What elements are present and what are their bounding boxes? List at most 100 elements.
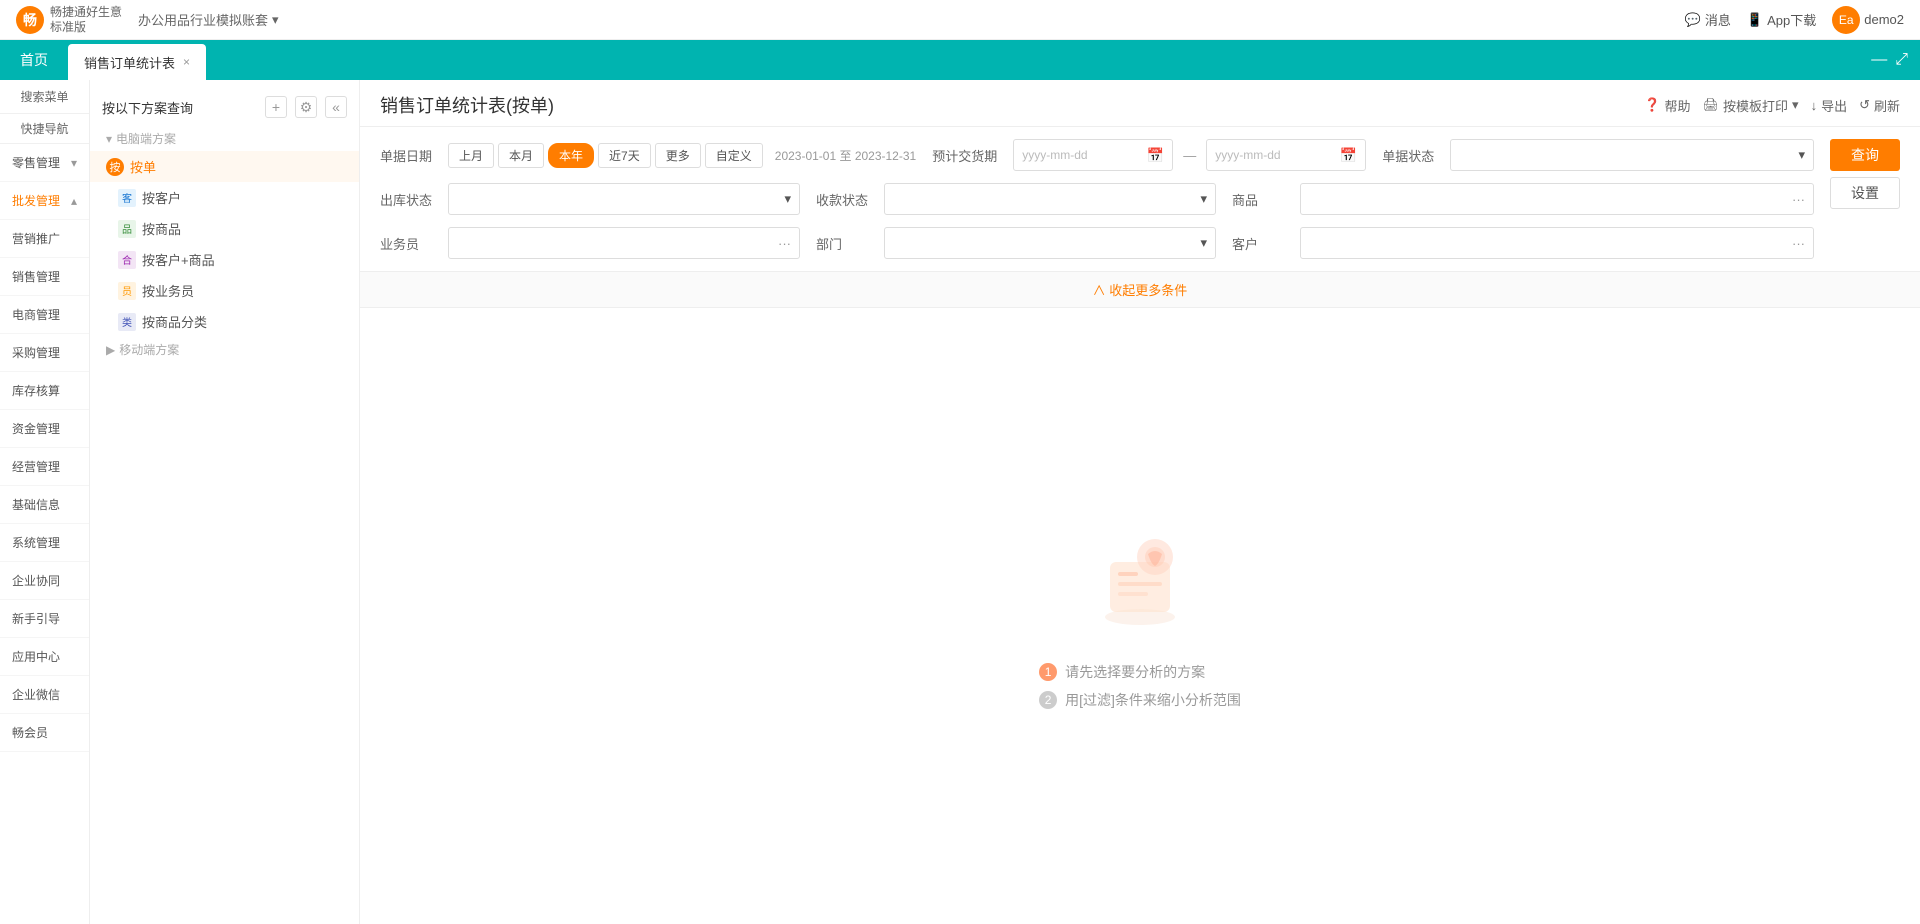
sidebar-item-inventory[interactable]: 库存核算 [0, 372, 89, 410]
user-menu[interactable]: Ea demo2 [1832, 6, 1904, 34]
status-select[interactable]: ▾ [1450, 139, 1814, 171]
sidebar-search[interactable]: 搜索菜单 [0, 80, 89, 114]
sidebar-item-members[interactable]: 畅会员 [0, 714, 89, 752]
left-panel-icons: + ⚙ « [265, 96, 347, 118]
filter-row-3: 业务员 ··· 部门 [380, 227, 1814, 259]
sidebar-item-wechat[interactable]: 企业微信 [0, 676, 89, 714]
salesperson-input[interactable]: ··· [448, 227, 800, 259]
app-name: 办公用品行业模拟账套 [138, 10, 268, 29]
date-filter-group: 单据日期 上月 本月 本年 近7天 更多 自定义 [380, 143, 916, 168]
refresh-btn[interactable]: ↺ 刷新 [1859, 96, 1900, 115]
calendar-to-icon[interactable]: 📅 [1340, 147, 1357, 164]
goods-more-icon[interactable]: ··· [1792, 192, 1805, 207]
collapse-panel-btn[interactable]: « [325, 96, 347, 118]
sidebar-item-marketing[interactable]: 营销推广 [0, 220, 89, 258]
salesperson-group: 业务员 ··· [380, 227, 800, 259]
collapse-icon: ∧ [1093, 283, 1110, 298]
logo-text: 畅捷通好生意 标准版 [50, 5, 122, 34]
tab-active-label: 销售订单统计表 [84, 53, 175, 72]
out-status-select[interactable]: ▾ [448, 183, 800, 215]
sidebar: 搜索菜单 快捷导航 零售管理 ▾ 批发管理 ▴ 营销推广 销售管理 电商管理 采… [0, 80, 90, 924]
empty-tips: 1 请先选择要分析的方案 2 用[过滤]条件来缩小分析范围 [1039, 662, 1241, 710]
sidebar-item-ecommerce[interactable]: 电商管理 [0, 296, 89, 334]
print-btn[interactable]: 🖨 按模板打印 ▾ [1703, 96, 1799, 115]
mobile-scheme-group[interactable]: ▶ 移动端方案 [90, 337, 359, 362]
date-btn-more[interactable]: 更多 [655, 143, 701, 168]
scheme-combo-icon: 合 [118, 251, 136, 269]
date-btn-7days[interactable]: 近7天 [598, 143, 651, 168]
export-icon: ↓ [1811, 98, 1818, 113]
sidebar-item-retail[interactable]: 零售管理 ▾ [0, 144, 89, 182]
dropdown-icon: ▾ [272, 12, 279, 28]
print-dropdown-icon[interactable]: ▾ [1792, 97, 1799, 113]
chevron-right-icon: ▴ [71, 194, 77, 208]
right-content: 销售订单统计表(按单) ❓ 帮助 🖨 按模板打印 ▾ [360, 80, 1920, 924]
scheme-circle-icon: 按 [106, 158, 124, 176]
app-selector[interactable]: 办公用品行业模拟账套 ▾ [130, 10, 287, 29]
salesperson-more-icon[interactable]: ··· [778, 236, 791, 251]
avatar: Ea [1832, 6, 1860, 34]
print-icon: 🖨 [1703, 97, 1720, 113]
tree-expand-icon: ▾ [106, 132, 112, 146]
expected-date-from[interactable]: yyyy-mm-dd 📅 [1013, 139, 1173, 171]
tab-home[interactable]: 首页 [0, 40, 68, 80]
calendar-from-icon[interactable]: 📅 [1147, 147, 1164, 164]
doc-status-group: 单据状态 ▾ [1382, 139, 1814, 171]
date-btn-last-month[interactable]: 上月 [448, 143, 494, 168]
tab-maximize-icon[interactable]: ⤢ [1895, 51, 1908, 69]
receipt-status-select[interactable]: ▾ [884, 183, 1216, 215]
dept-select[interactable]: ▾ [884, 227, 1216, 259]
scheme-by-customer-goods[interactable]: 合 按客户+商品 [90, 244, 359, 275]
sidebar-item-finance[interactable]: 资金管理 [0, 410, 89, 448]
search-button[interactable]: 查询 [1830, 139, 1900, 171]
date-btn-this-year[interactable]: 本年 [548, 143, 594, 168]
tab-close-btn[interactable]: × [183, 55, 190, 69]
sidebar-item-operations[interactable]: 经营管理 [0, 448, 89, 486]
page-title: 销售订单统计表(按单) [380, 92, 554, 118]
customer-input[interactable]: ··· [1300, 227, 1814, 259]
tab-active[interactable]: 销售订单统计表 × [68, 44, 206, 80]
goods-input[interactable]: ··· [1300, 183, 1814, 215]
empty-tip-1: 1 请先选择要分析的方案 [1039, 662, 1241, 682]
dept-dropdown-icon: ▾ [1200, 235, 1207, 251]
date-btn-custom[interactable]: 自定义 [705, 143, 763, 168]
pc-scheme-group[interactable]: ▾ 电脑端方案 [90, 126, 359, 151]
date-separator: — [1179, 148, 1200, 163]
status-dropdown-icon: ▾ [1798, 147, 1805, 163]
sidebar-item-newbie[interactable]: 新手引导 [0, 600, 89, 638]
sidebar-item-wholesale[interactable]: 批发管理 ▴ [0, 182, 89, 220]
message-btn[interactable]: 💬 消息 [1685, 10, 1731, 29]
scheme-by-customer[interactable]: 客 按客户 [90, 182, 359, 213]
reset-button[interactable]: 设置 [1830, 177, 1900, 209]
scheme-by-goods[interactable]: 品 按商品 [90, 213, 359, 244]
out-status-group: 出库状态 ▾ [380, 183, 800, 215]
filter-row-1: 单据日期 上月 本月 本年 近7天 更多 自定义 [380, 139, 1814, 171]
export-btn[interactable]: ↓ 导出 [1811, 96, 1848, 115]
expected-date-to[interactable]: yyyy-mm-dd 📅 [1206, 139, 1366, 171]
settings-scheme-btn[interactable]: ⚙ [295, 96, 317, 118]
sidebar-item-system[interactable]: 系统管理 [0, 524, 89, 562]
scheme-by-goods-category[interactable]: 类 按商品分类 [90, 306, 359, 337]
sidebar-quick-nav[interactable]: 快捷导航 [0, 114, 89, 144]
scheme-by-order[interactable]: 按 按单 [90, 151, 359, 182]
tab-minimize-icon[interactable]: — [1871, 51, 1887, 69]
top-bar-left: 畅 畅捷通好生意 标准版 办公用品行业模拟账套 ▾ [16, 5, 287, 34]
message-icon: 💬 [1685, 12, 1701, 28]
scheme-by-salesperson[interactable]: 员 按业务员 [90, 275, 359, 306]
sidebar-item-basic[interactable]: 基础信息 [0, 486, 89, 524]
sidebar-item-collab[interactable]: 企业协同 [0, 562, 89, 600]
left-panel: 按以下方案查询 + ⚙ « ▾ 电脑端方案 按 按单 客 [90, 80, 360, 924]
app-download-btn[interactable]: 📱 App下载 [1747, 10, 1816, 29]
date-btn-this-month[interactable]: 本月 [498, 143, 544, 168]
expected-date-label: 预计交货期 [932, 146, 1007, 165]
receipt-status-group: 收款状态 ▾ [816, 183, 1216, 215]
collapse-bar[interactable]: ∧ 收起更多条件 [360, 272, 1920, 308]
sidebar-item-apps[interactable]: 应用中心 [0, 638, 89, 676]
sidebar-item-sales[interactable]: 销售管理 [0, 258, 89, 296]
content-area: 按以下方案查询 + ⚙ « ▾ 电脑端方案 按 按单 客 [90, 80, 1920, 924]
sidebar-item-purchase[interactable]: 采购管理 [0, 334, 89, 372]
add-scheme-btn[interactable]: + [265, 96, 287, 118]
customer-more-icon[interactable]: ··· [1792, 236, 1805, 251]
help-btn[interactable]: ❓ 帮助 [1644, 96, 1690, 115]
page-title-row: 销售订单统计表(按单) ❓ 帮助 🖨 按模板打印 ▾ [380, 92, 1900, 118]
